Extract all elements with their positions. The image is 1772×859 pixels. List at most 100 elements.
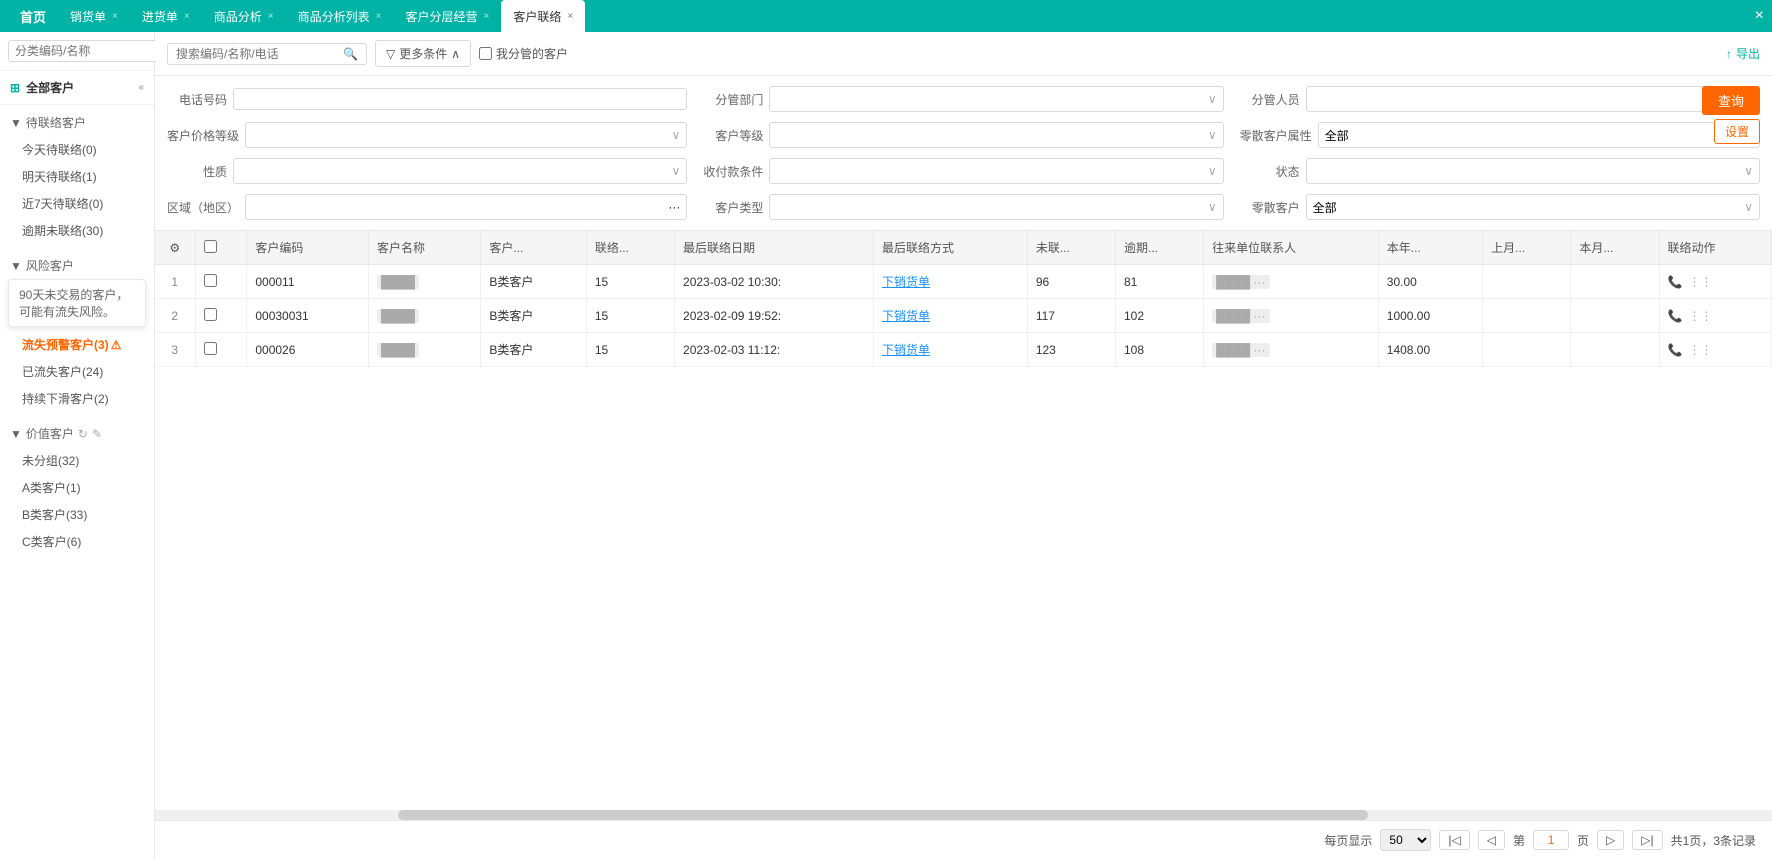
th-checkbox[interactable]: [195, 231, 247, 265]
phone-action-icon[interactable]: 📞: [1668, 309, 1683, 323]
my-customers-checkbox-label[interactable]: 我分管的客户: [479, 45, 568, 62]
select-all-checkbox[interactable]: [204, 240, 217, 253]
cell-checkbox[interactable]: [195, 299, 247, 333]
price-grade-select[interactable]: ∨: [245, 122, 687, 148]
tab-home[interactable]: 首页: [8, 0, 58, 32]
customer-type-chevron-icon: ∨: [1208, 200, 1217, 214]
cell-checkbox[interactable]: [195, 265, 247, 299]
zero-customer-select[interactable]: 全部 ∨: [1306, 194, 1760, 220]
company-contact-blurred: ████ ···: [1212, 343, 1269, 357]
close-customer-link-tab[interactable]: ×: [567, 11, 573, 22]
sidebar-section-pending-title[interactable]: ▼ 待联络客户: [0, 109, 154, 136]
sidebar-section-risk-title[interactable]: ▼ 风险客户: [0, 252, 154, 279]
filter-icon: ▽: [386, 47, 395, 61]
next-page-btn[interactable]: ▷: [1597, 830, 1624, 850]
sidebar-item-ungrouped[interactable]: 未分组(32): [0, 447, 154, 474]
tab-purchase[interactable]: 进货单 ×: [130, 0, 202, 32]
dept-select[interactable]: ∨: [769, 86, 1223, 112]
scrollbar-thumb[interactable]: [398, 810, 1368, 820]
export-btn[interactable]: ↑ 导出: [1726, 45, 1760, 62]
sidebar-item-class-b[interactable]: B类客户(33): [0, 501, 154, 528]
tab-analysis-list[interactable]: 商品分析列表 ×: [286, 0, 394, 32]
close-analysis-tab[interactable]: ×: [268, 11, 274, 22]
close-sales-tab[interactable]: ×: [112, 11, 118, 22]
sidebar-item-overdue[interactable]: 逾期未联络(30): [0, 217, 154, 244]
horizontal-scrollbar[interactable]: [155, 810, 1772, 820]
query-button[interactable]: 查询: [1702, 86, 1760, 115]
phone-action-icon[interactable]: 📞: [1668, 343, 1683, 357]
close-customer-tier-tab[interactable]: ×: [483, 11, 489, 22]
status-label: 状态: [1240, 163, 1300, 180]
last-page-btn[interactable]: ▷|: [1632, 830, 1662, 850]
sidebar-item-churn-warning[interactable]: 流失预警客户(3) ⚠: [0, 331, 154, 358]
row-checkbox[interactable]: [204, 274, 217, 287]
sidebar-item-today[interactable]: 今天待联络(0): [0, 136, 154, 163]
price-grade-chevron-icon: ∨: [672, 128, 681, 142]
phone-action-icon[interactable]: 📞: [1668, 275, 1683, 289]
sidebar-item-declining[interactable]: 持续下滑客户(2): [0, 385, 154, 412]
tab-analysis[interactable]: 商品分析 ×: [202, 0, 286, 32]
sidebar-section-risk: ▼ 风险客户 90天未交易的客户，可能有流失风险。 流失预警客户(3) ⚠ 已流…: [0, 248, 154, 416]
region-select[interactable]: ···: [245, 194, 687, 220]
table-settings-icon[interactable]: ⚙: [169, 241, 180, 255]
search-input[interactable]: [176, 47, 343, 61]
customer-type-select[interactable]: ∨: [769, 194, 1223, 220]
search-submit-icon[interactable]: 🔍: [343, 47, 358, 61]
row-checkbox[interactable]: [204, 308, 217, 321]
page-number-input[interactable]: [1533, 830, 1569, 850]
cell-last-month: [1483, 299, 1571, 333]
tab-customer-tier[interactable]: 客户分层经营 ×: [393, 0, 501, 32]
customer-grade-select[interactable]: ∨: [769, 122, 1223, 148]
prev-page-btn[interactable]: ◁: [1478, 830, 1505, 850]
sidebar-collapse-btn[interactable]: «: [138, 82, 144, 93]
more-action-icon[interactable]: ⋮⋮: [1688, 343, 1712, 357]
tab-customer-link[interactable]: 客户联络 ×: [501, 0, 585, 32]
sidebar-search-input[interactable]: [8, 40, 177, 62]
refresh-value-icon[interactable]: ↻: [78, 427, 88, 441]
settings-button[interactable]: 设置: [1714, 119, 1760, 144]
my-customers-checkbox[interactable]: [479, 47, 492, 60]
sidebar-item-class-a[interactable]: A类客户(1): [0, 474, 154, 501]
cell-checkbox[interactable]: [195, 333, 247, 367]
status-select[interactable]: ∨: [1306, 158, 1760, 184]
sidebar-all-customers[interactable]: ⊞ 全部客户 «: [0, 71, 154, 105]
status-chevron-icon: ∨: [1744, 164, 1753, 178]
last-method-link[interactable]: 下销货单: [882, 275, 930, 289]
sidebar-item-churned[interactable]: 已流失客户(24): [0, 358, 154, 385]
cell-last-date: 2023-02-03 11:12:: [675, 333, 874, 367]
more-conditions-btn[interactable]: ▽ 更多条件 ∧: [375, 40, 471, 67]
close-analysis-list-tab[interactable]: ×: [376, 11, 382, 22]
sidebar-item-7days[interactable]: 近7天待联络(0): [0, 190, 154, 217]
sidebar-item-class-c[interactable]: C类客户(6): [0, 528, 154, 555]
last-method-link[interactable]: 下销货单: [882, 343, 930, 357]
payment-select[interactable]: ∨: [769, 158, 1223, 184]
phone-input[interactable]: [233, 88, 687, 110]
close-purchase-tab[interactable]: ×: [184, 11, 190, 22]
th-settings[interactable]: ⚙: [155, 231, 195, 265]
th-last-month: 上月...: [1483, 231, 1571, 265]
tab-sales[interactable]: 销货单 ×: [58, 0, 130, 32]
table-row: 2 00030031 ████ B类客户 15 2023-02-09 19:52…: [155, 299, 1772, 333]
arrow-icon: ▼: [10, 116, 22, 130]
cell-type: B类客户: [481, 333, 586, 367]
person-select[interactable]: ···: [1306, 86, 1760, 112]
more-action-icon[interactable]: ⋮⋮: [1688, 309, 1712, 323]
cell-index: 3: [155, 333, 195, 367]
per-page-select[interactable]: 50 100 200: [1380, 829, 1431, 851]
edit-value-icon[interactable]: ✎: [92, 427, 102, 441]
zero-attr-select[interactable]: 全部 ∨: [1318, 122, 1760, 148]
customer-name-blurred: ████: [377, 343, 419, 357]
cell-this-month: [1571, 299, 1659, 333]
region-dots-icon[interactable]: ···: [668, 200, 680, 214]
first-page-btn[interactable]: |◁: [1439, 830, 1469, 850]
sidebar-section-value-title[interactable]: ▼ 价值客户 ↻ ✎: [0, 420, 154, 447]
th-customer-name: 客户名称: [369, 231, 481, 265]
more-action-icon[interactable]: ⋮⋮: [1688, 275, 1712, 289]
nature-select[interactable]: ∨: [233, 158, 687, 184]
row-checkbox[interactable]: [204, 342, 217, 355]
risk-tooltip: 90天未交易的客户，可能有流失风险。: [8, 279, 146, 327]
sidebar-item-tomorrow[interactable]: 明天待联络(1): [0, 163, 154, 190]
window-close-button[interactable]: ×: [1755, 7, 1764, 25]
last-method-link[interactable]: 下销货单: [882, 309, 930, 323]
dept-chevron-icon: ∨: [1208, 92, 1217, 106]
